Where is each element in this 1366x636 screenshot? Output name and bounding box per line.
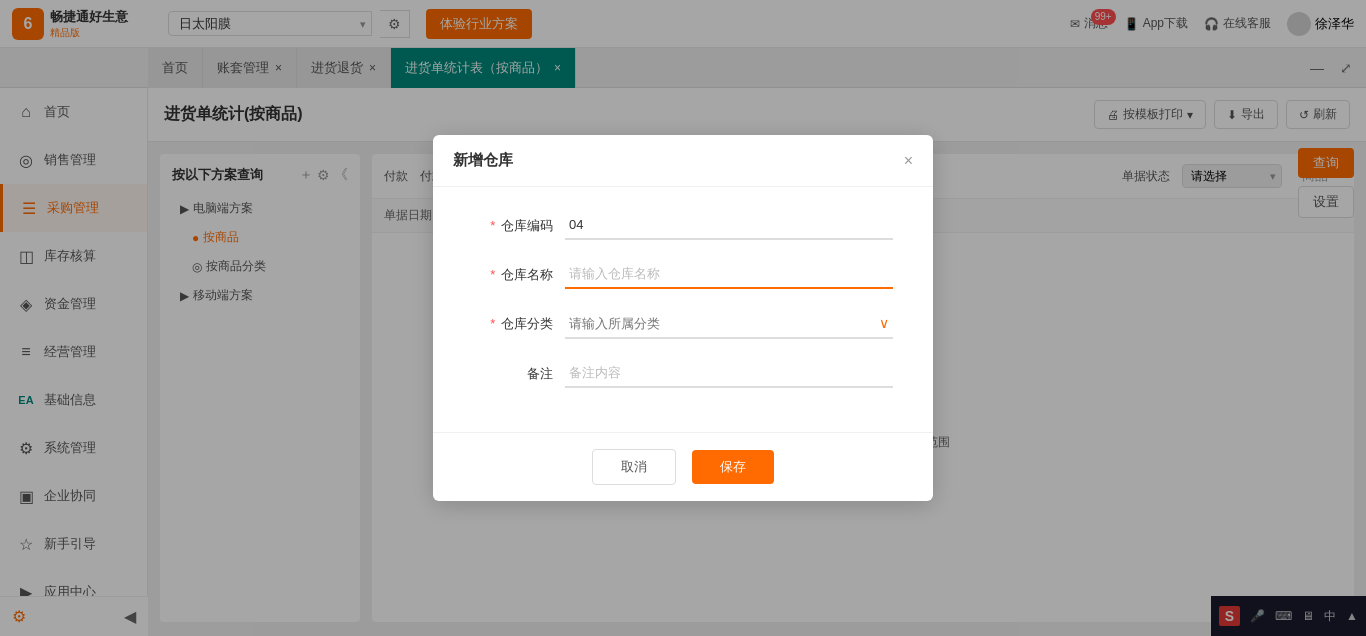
required-mark-name: * (490, 267, 495, 282)
form-row-name: * 仓库名称 (473, 260, 893, 289)
modal-header: 新增仓库 × (433, 135, 933, 187)
save-button[interactable]: 保存 (692, 450, 774, 484)
modal-overlay: 新增仓库 × * 仓库编码 * 仓库名称 (0, 0, 1366, 636)
category-input[interactable] (569, 316, 879, 331)
note-label: 备注 (473, 365, 553, 383)
name-input[interactable] (565, 260, 893, 289)
note-input[interactable] (565, 359, 893, 388)
cancel-button[interactable]: 取消 (592, 449, 676, 485)
required-mark-category: * (490, 316, 495, 331)
category-label: * 仓库分类 (473, 315, 553, 333)
form-row-category: * 仓库分类 ∨ (473, 309, 893, 339)
modal-body: * 仓库编码 * 仓库名称 * 仓库分类 (433, 187, 933, 432)
category-dropdown-icon[interactable]: ∨ (879, 315, 889, 331)
name-label: * 仓库名称 (473, 266, 553, 284)
modal-footer: 取消 保存 (433, 432, 933, 501)
code-label: * 仓库编码 (473, 217, 553, 235)
required-mark-code: * (490, 218, 495, 233)
form-row-note: 备注 (473, 359, 893, 388)
code-input[interactable] (565, 211, 893, 240)
category-select-row[interactable]: ∨ (565, 309, 893, 339)
modal-close-button[interactable]: × (904, 152, 913, 170)
new-warehouse-modal: 新增仓库 × * 仓库编码 * 仓库名称 (433, 135, 933, 501)
modal-title: 新增仓库 (453, 151, 513, 170)
form-row-code: * 仓库编码 (473, 211, 893, 240)
